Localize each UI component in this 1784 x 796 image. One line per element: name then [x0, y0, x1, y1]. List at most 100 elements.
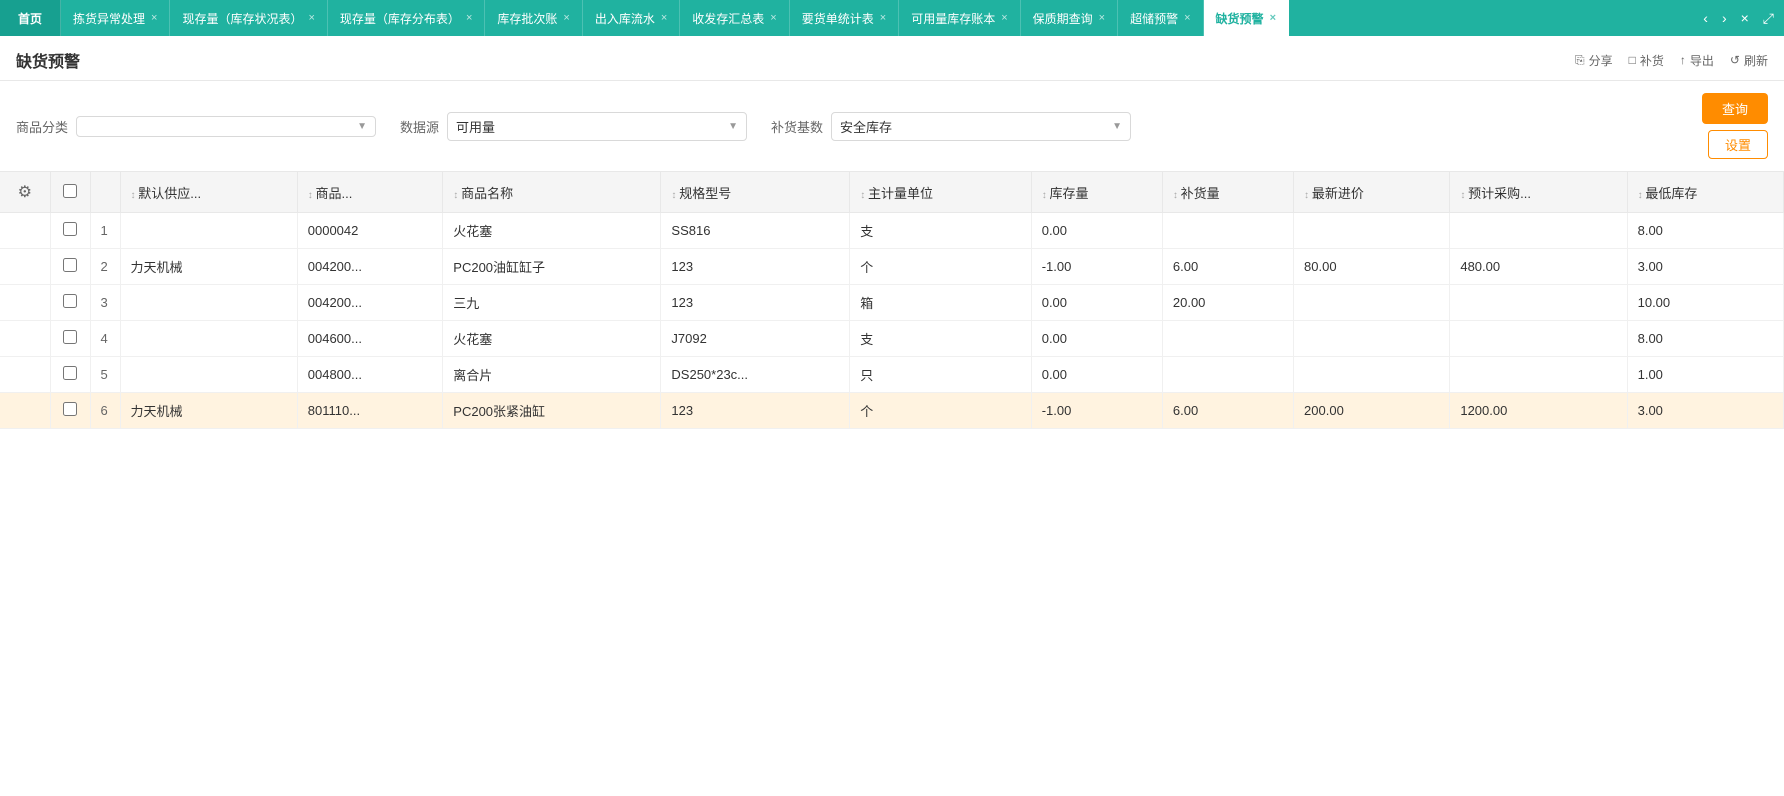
row-checkbox-2[interactable]	[63, 294, 77, 308]
th-checkbox[interactable]	[50, 172, 90, 213]
refresh-action[interactable]: ↺ 刷新	[1730, 52, 1768, 69]
row-supplier: 力天机械	[120, 249, 297, 285]
export-action[interactable]: ↑ 导出	[1680, 52, 1714, 69]
row-stock: 0.00	[1031, 357, 1162, 393]
row-gear-cell	[0, 357, 50, 393]
row-min-stock: 3.00	[1627, 249, 1783, 285]
category-select[interactable]: ▼	[76, 116, 376, 137]
tab-3[interactable]: 现存量（库存分布表） ×	[328, 0, 485, 36]
settings-button[interactable]: 设置	[1708, 130, 1768, 159]
row-unit: 支	[850, 321, 1031, 357]
tab-4-close[interactable]: ×	[563, 12, 569, 24]
row-checkbox-4[interactable]	[63, 366, 77, 380]
supplement-base-select[interactable]: 安全库存 ▼	[831, 112, 1131, 141]
row-gear-cell	[0, 321, 50, 357]
tab-8[interactable]: 可用量库存账本 ×	[899, 0, 1020, 36]
row-checkbox-0[interactable]	[63, 222, 77, 236]
th-product-code[interactable]: 商品...	[297, 172, 443, 213]
tab-1-close[interactable]: ×	[151, 12, 157, 24]
datasource-select-arrow: ▼	[728, 121, 738, 132]
row-gear-cell	[0, 393, 50, 429]
tab-7-close[interactable]: ×	[880, 12, 886, 24]
tab-5[interactable]: 出入库流水 ×	[583, 0, 680, 36]
tab-home[interactable]: 首页	[0, 0, 61, 36]
tab-10-label: 超储预警	[1130, 10, 1178, 27]
row-gear-cell	[0, 249, 50, 285]
share-action[interactable]: ⎘ 分享	[1575, 52, 1613, 69]
row-supplement: 6.00	[1162, 393, 1293, 429]
th-est-purchase[interactable]: 预计采购...	[1450, 172, 1627, 213]
tab-9-close[interactable]: ×	[1099, 12, 1105, 24]
row-latest-price	[1294, 285, 1450, 321]
supplement-base-label: 补货基数	[771, 117, 823, 136]
tab-4[interactable]: 库存批次账 ×	[485, 0, 582, 36]
datasource-select[interactable]: 可用量 ▼	[447, 112, 747, 141]
row-checkbox-cell[interactable]	[50, 393, 90, 429]
th-index	[90, 172, 120, 213]
th-spec[interactable]: 规格型号	[661, 172, 850, 213]
tab-2[interactable]: 现存量（库存状况表） ×	[170, 0, 327, 36]
tab-10-close[interactable]: ×	[1184, 12, 1190, 24]
tab-1[interactable]: 拣货异常处理 ×	[61, 0, 170, 36]
row-checkbox-cell[interactable]	[50, 321, 90, 357]
th-default-supplier[interactable]: 默认供应...	[120, 172, 297, 213]
filter-bar: 商品分类 ▼ 数据源 可用量 ▼ 补货基数 安全库存 ▼ 查询 设置	[0, 81, 1784, 171]
row-min-stock: 3.00	[1627, 393, 1783, 429]
th-product-name[interactable]: 商品名称	[443, 172, 661, 213]
tab-8-label: 可用量库存账本	[911, 10, 995, 27]
row-supplier: 力天机械	[120, 393, 297, 429]
tab-2-close[interactable]: ×	[308, 12, 314, 24]
row-min-stock: 1.00	[1627, 357, 1783, 393]
row-latest-price: 200.00	[1294, 393, 1450, 429]
th-latest-price[interactable]: 最新进价	[1294, 172, 1450, 213]
row-est-purchase: 1200.00	[1450, 393, 1627, 429]
row-checkbox-3[interactable]	[63, 330, 77, 344]
main-table: ⚙ 默认供应... 商品... 商品名称	[0, 171, 1784, 429]
th-supplement[interactable]: 补货量	[1162, 172, 1293, 213]
row-spec: 123	[661, 285, 850, 321]
row-min-stock: 8.00	[1627, 321, 1783, 357]
tab-expand-btn[interactable]: ⤢	[1757, 8, 1780, 29]
row-unit: 只	[850, 357, 1031, 393]
row-gear-cell	[0, 213, 50, 249]
row-unit: 箱	[850, 285, 1031, 321]
select-all-checkbox[interactable]	[63, 184, 77, 198]
tab-11-close[interactable]: ×	[1270, 12, 1276, 24]
th-stock[interactable]: 库存量	[1031, 172, 1162, 213]
tab-11[interactable]: 缺货预警 ×	[1204, 0, 1289, 36]
row-est-purchase	[1450, 285, 1627, 321]
table-row: 6 力天机械 801110... PC200张紧油缸 123 个 -1.00 6…	[0, 393, 1784, 429]
supplement-action[interactable]: □ 补货	[1629, 52, 1664, 69]
tab-3-close[interactable]: ×	[466, 12, 472, 24]
row-min-stock: 10.00	[1627, 285, 1783, 321]
query-button[interactable]: 查询	[1702, 93, 1768, 124]
row-checkbox-cell[interactable]	[50, 249, 90, 285]
tab-9[interactable]: 保质期查询 ×	[1021, 0, 1118, 36]
th-gear[interactable]: ⚙	[0, 172, 50, 213]
row-supplement	[1162, 213, 1293, 249]
table-row: 1 0000042 火花塞 SS816 支 0.00 8.00	[0, 213, 1784, 249]
row-checkbox-1[interactable]	[63, 258, 77, 272]
row-checkbox-cell[interactable]	[50, 213, 90, 249]
tab-8-close[interactable]: ×	[1001, 12, 1007, 24]
gear-icon[interactable]: ⚙	[18, 184, 32, 201]
tab-close-all-btn[interactable]: ×	[1735, 8, 1755, 28]
tab-next-btn[interactable]: ›	[1716, 8, 1733, 28]
th-min-stock[interactable]: 最低库存	[1627, 172, 1783, 213]
tab-5-close[interactable]: ×	[661, 12, 667, 24]
row-product-name: 三九	[443, 285, 661, 321]
row-supplier	[120, 321, 297, 357]
tab-6[interactable]: 收发存汇总表 ×	[680, 0, 789, 36]
tab-4-label: 库存批次账	[497, 10, 557, 27]
supplement-icon: □	[1629, 53, 1636, 67]
row-supplement: 20.00	[1162, 285, 1293, 321]
row-checkbox-cell[interactable]	[50, 357, 90, 393]
tab-prev-btn[interactable]: ‹	[1697, 8, 1714, 28]
tab-6-close[interactable]: ×	[770, 12, 776, 24]
row-checkbox-5[interactable]	[63, 402, 77, 416]
tab-7[interactable]: 要货单统计表 ×	[790, 0, 899, 36]
th-unit[interactable]: 主计量单位	[850, 172, 1031, 213]
row-index: 2	[90, 249, 120, 285]
row-checkbox-cell[interactable]	[50, 285, 90, 321]
tab-10[interactable]: 超储预警 ×	[1118, 0, 1203, 36]
